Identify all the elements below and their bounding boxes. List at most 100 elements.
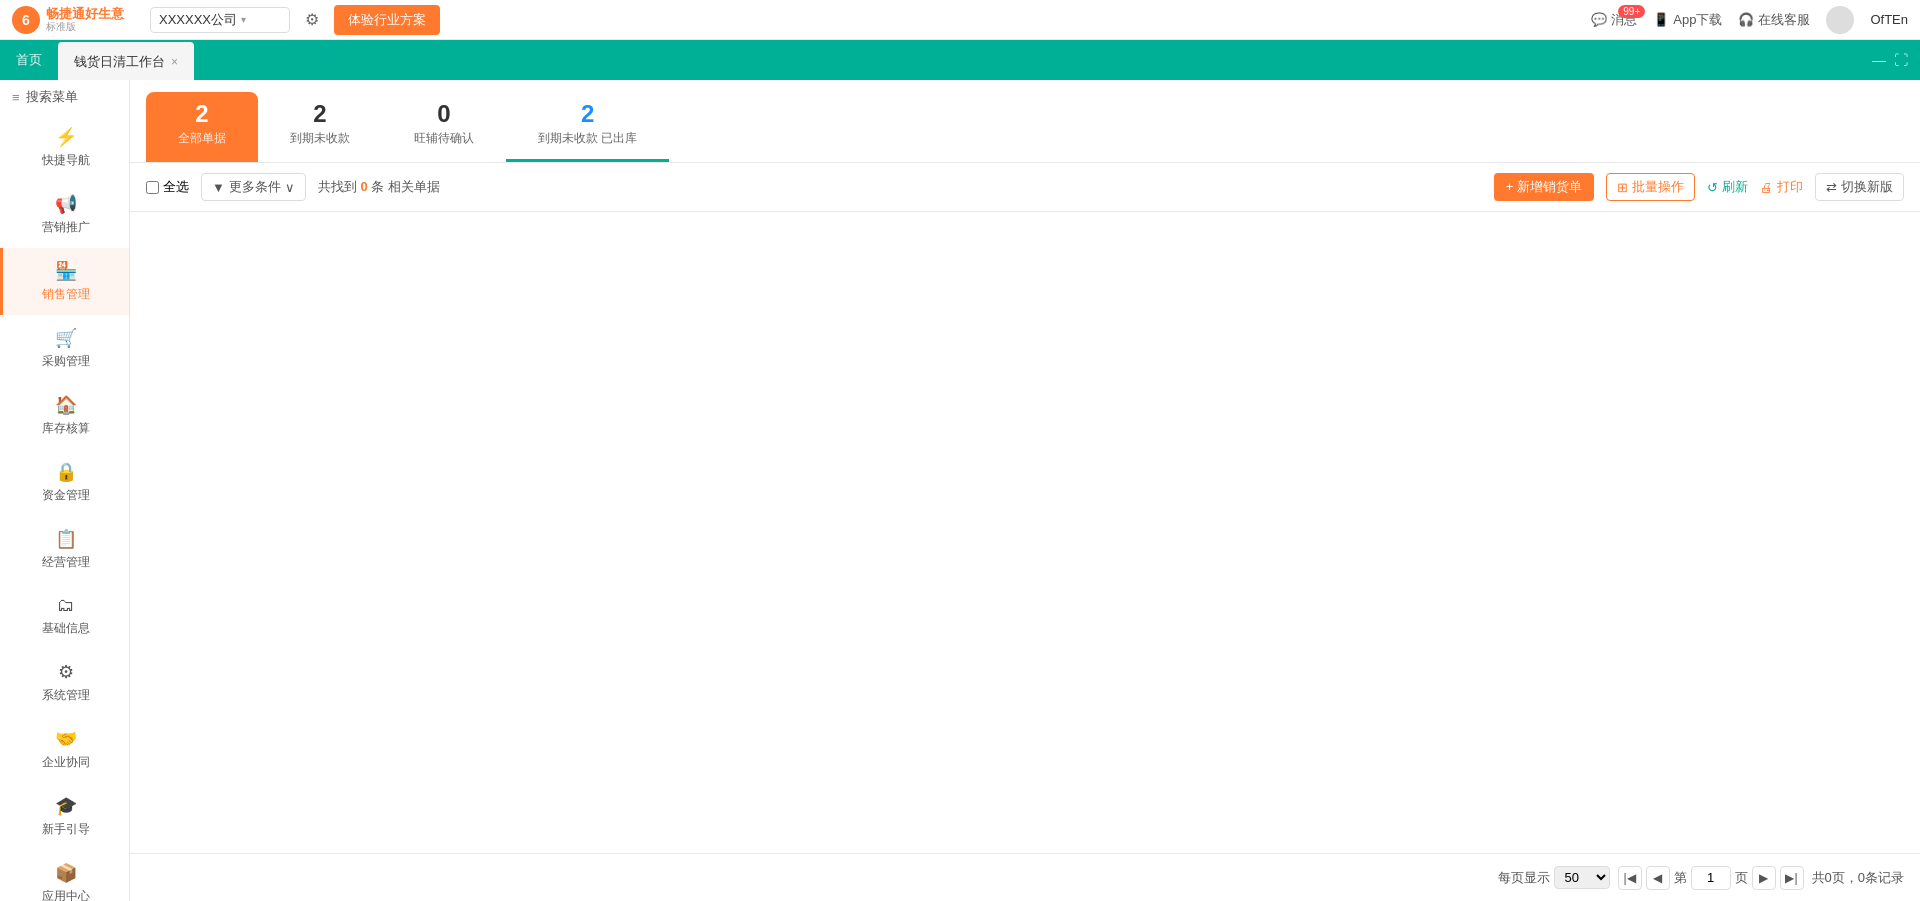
close-tab-icon[interactable]: × bbox=[171, 55, 178, 69]
sidebar-item-label: 企业协同 bbox=[42, 754, 90, 771]
sidebar-item-finance[interactable]: 🔒 资金管理 bbox=[0, 449, 129, 516]
sidebar-item-basic-info[interactable]: 🗂 基础信息 bbox=[0, 583, 129, 649]
sidebar-item-label: 新手引导 bbox=[42, 821, 90, 838]
nav-actions: — ⛶ bbox=[1872, 52, 1920, 68]
experience-button[interactable]: 体验行业方案 bbox=[334, 5, 440, 35]
service-icon: 🎧 bbox=[1738, 12, 1754, 27]
minimize-icon[interactable]: — bbox=[1872, 52, 1886, 68]
page-size-dropdown[interactable]: 50 10 20 100 bbox=[1554, 866, 1610, 889]
enterprise-icon: 🤝 bbox=[55, 728, 77, 750]
all-count: 2 bbox=[195, 100, 208, 128]
search-menu-label: 搜索菜单 bbox=[26, 88, 78, 106]
switch-icon: ⇄ bbox=[1826, 180, 1837, 195]
select-all-input[interactable] bbox=[146, 181, 159, 194]
purchase-icon: 🛒 bbox=[55, 327, 77, 349]
sidebar-item-label: 经营管理 bbox=[42, 554, 90, 571]
empty-table-area bbox=[130, 212, 1920, 853]
sidebar-item-label: 应用中心 bbox=[42, 888, 90, 901]
next-page-button[interactable]: ▶ bbox=[1752, 866, 1776, 890]
found-text: 共找到 0 条 相关单据 bbox=[318, 178, 440, 196]
app-download-item[interactable]: 📱 App下载 bbox=[1653, 11, 1722, 29]
switch-version-button[interactable]: ⇄ 切换新版 bbox=[1815, 173, 1904, 201]
finance-icon: 🔒 bbox=[55, 461, 77, 483]
sidebar-item-app-center[interactable]: 📦 应用中心 bbox=[0, 850, 129, 901]
app-download-label: App下载 bbox=[1673, 11, 1722, 29]
overdue-out-label: 到期未收款 已出库 bbox=[538, 130, 637, 147]
sidebar-item-enterprise[interactable]: 🤝 企业协同 bbox=[0, 716, 129, 783]
operations-icon: 📋 bbox=[55, 528, 77, 550]
logo-area: 6 畅捷通好生意 标准版 bbox=[12, 6, 142, 34]
header-left: 6 畅捷通好生意 标准版 XXXXXX公司 ▾ ⚙ 体验行业方案 bbox=[12, 5, 440, 35]
sidebar-item-marketing[interactable]: 📢 营销推广 bbox=[0, 181, 129, 248]
filter-button[interactable]: ▼ 更多条件 ∨ bbox=[201, 173, 306, 201]
search-icon: ≡ bbox=[12, 90, 20, 105]
page-input[interactable] bbox=[1691, 866, 1731, 890]
last-page-button[interactable]: ▶| bbox=[1780, 866, 1804, 890]
prev-page-button[interactable]: ◀ bbox=[1646, 866, 1670, 890]
main-layout: ≡ 搜索菜单 ⚡ 快捷导航 📢 营销推广 🏪 销售管理 🛒 采购管理 🏠 库存核… bbox=[0, 80, 1920, 901]
download-icon: 📱 bbox=[1653, 12, 1669, 27]
quick-nav-icon: ⚡ bbox=[55, 126, 77, 148]
message-item[interactable]: 💬 消息 99+ bbox=[1591, 11, 1637, 29]
nav-tabs: 首页 钱货日清工作台 × — ⛶ bbox=[0, 40, 1920, 80]
all-label: 全部单据 bbox=[178, 130, 226, 147]
active-tab-label: 钱货日清工作台 bbox=[74, 53, 165, 71]
sidebar-item-inventory[interactable]: 🏠 库存核算 bbox=[0, 382, 129, 449]
chevron-down-icon: ∨ bbox=[285, 180, 295, 195]
message-badge: 99+ bbox=[1618, 5, 1645, 18]
home-tab[interactable]: 首页 bbox=[0, 40, 58, 80]
sidebar-item-purchase[interactable]: 🛒 采购管理 bbox=[0, 315, 129, 382]
page-size-label: 每页显示 bbox=[1498, 869, 1550, 887]
toolbar-left: 全选 ▼ 更多条件 ∨ 共找到 0 条 相关单据 bbox=[146, 173, 1482, 201]
header: 6 畅捷通好生意 标准版 XXXXXX公司 ▾ ⚙ 体验行业方案 💬 消息 99… bbox=[0, 0, 1920, 40]
guide-icon: 🎓 bbox=[55, 795, 77, 817]
search-menu-item[interactable]: ≡ 搜索菜单 bbox=[0, 80, 129, 114]
toolbar-right: + 新增销货单 ⊞ 批量操作 ↺ 刷新 🖨 打印 ⇄ 切换新版 bbox=[1494, 173, 1904, 201]
system-icon: ⚙ bbox=[58, 661, 74, 683]
filter-icon: ▼ bbox=[212, 180, 225, 195]
found-count: 0 bbox=[361, 179, 368, 194]
stats-tabs: 2 全部单据 2 到期未收款 0 旺辅待确认 2 到期未收款 已出库 bbox=[130, 80, 1920, 163]
sidebar-item-label: 采购管理 bbox=[42, 353, 90, 370]
sidebar-item-sales[interactable]: 🏪 销售管理 bbox=[0, 248, 129, 315]
refresh-label: 刷新 bbox=[1722, 178, 1748, 196]
sidebar-item-operations[interactable]: 📋 经营管理 bbox=[0, 516, 129, 583]
app-center-icon: 📦 bbox=[55, 862, 77, 884]
sidebar: ≡ 搜索菜单 ⚡ 快捷导航 📢 营销推广 🏪 销售管理 🛒 采购管理 🏠 库存核… bbox=[0, 80, 130, 901]
new-sales-button[interactable]: + 新增销货单 bbox=[1494, 173, 1594, 201]
company-select[interactable]: XXXXXX公司 ▾ bbox=[150, 7, 290, 33]
sidebar-item-system[interactable]: ⚙ 系统管理 bbox=[0, 649, 129, 716]
sidebar-item-label: 系统管理 bbox=[42, 687, 90, 704]
sidebar-item-quick-nav[interactable]: ⚡ 快捷导航 bbox=[0, 114, 129, 181]
refresh-button[interactable]: ↺ 刷新 bbox=[1707, 178, 1748, 196]
stats-tab-overdue-out[interactable]: 2 到期未收款 已出库 bbox=[506, 92, 669, 162]
sidebar-item-guide[interactable]: 🎓 新手引导 bbox=[0, 783, 129, 850]
avatar[interactable] bbox=[1826, 6, 1854, 34]
toolbar: 全选 ▼ 更多条件 ∨ 共找到 0 条 相关单据 + 新增销货单 ⊞ 批量操作 bbox=[130, 163, 1920, 212]
company-name: XXXXXX公司 bbox=[159, 11, 237, 29]
first-page-button[interactable]: |◀ bbox=[1618, 866, 1642, 890]
print-button[interactable]: 🖨 打印 bbox=[1760, 178, 1803, 196]
pagination: 每页显示 50 10 20 100 |◀ ◀ 第 页 ▶ ▶| 共0页，0条记录 bbox=[130, 853, 1920, 901]
page-label: 第 bbox=[1674, 869, 1687, 887]
page-size-select: 每页显示 50 10 20 100 bbox=[1498, 866, 1610, 889]
settings-icon[interactable]: ⚙ bbox=[298, 6, 326, 34]
sidebar-item-label: 库存核算 bbox=[42, 420, 90, 437]
message-icon: 💬 bbox=[1591, 12, 1607, 27]
stats-tab-all[interactable]: 2 全部单据 bbox=[146, 92, 258, 162]
batch-operation-button[interactable]: ⊞ 批量操作 bbox=[1606, 173, 1695, 201]
online-service-item[interactable]: 🎧 在线客服 bbox=[1738, 11, 1810, 29]
sidebar-item-label: 营销推广 bbox=[42, 219, 90, 236]
marketing-icon: 📢 bbox=[55, 193, 77, 215]
stats-tab-pending[interactable]: 0 旺辅待确认 bbox=[382, 92, 506, 162]
active-tab[interactable]: 钱货日清工作台 × bbox=[58, 42, 194, 82]
expand-icon[interactable]: ⛶ bbox=[1894, 52, 1908, 68]
stats-tab-overdue[interactable]: 2 到期未收款 bbox=[258, 92, 382, 162]
logo-icon: 6 bbox=[12, 6, 40, 34]
sales-icon: 🏪 bbox=[55, 260, 77, 282]
overdue-out-count: 2 bbox=[581, 100, 594, 128]
basic-info-icon: 🗂 bbox=[57, 595, 75, 616]
sidebar-item-label: 资金管理 bbox=[42, 487, 90, 504]
print-label: 打印 bbox=[1777, 178, 1803, 196]
select-all-checkbox[interactable]: 全选 bbox=[146, 178, 189, 196]
